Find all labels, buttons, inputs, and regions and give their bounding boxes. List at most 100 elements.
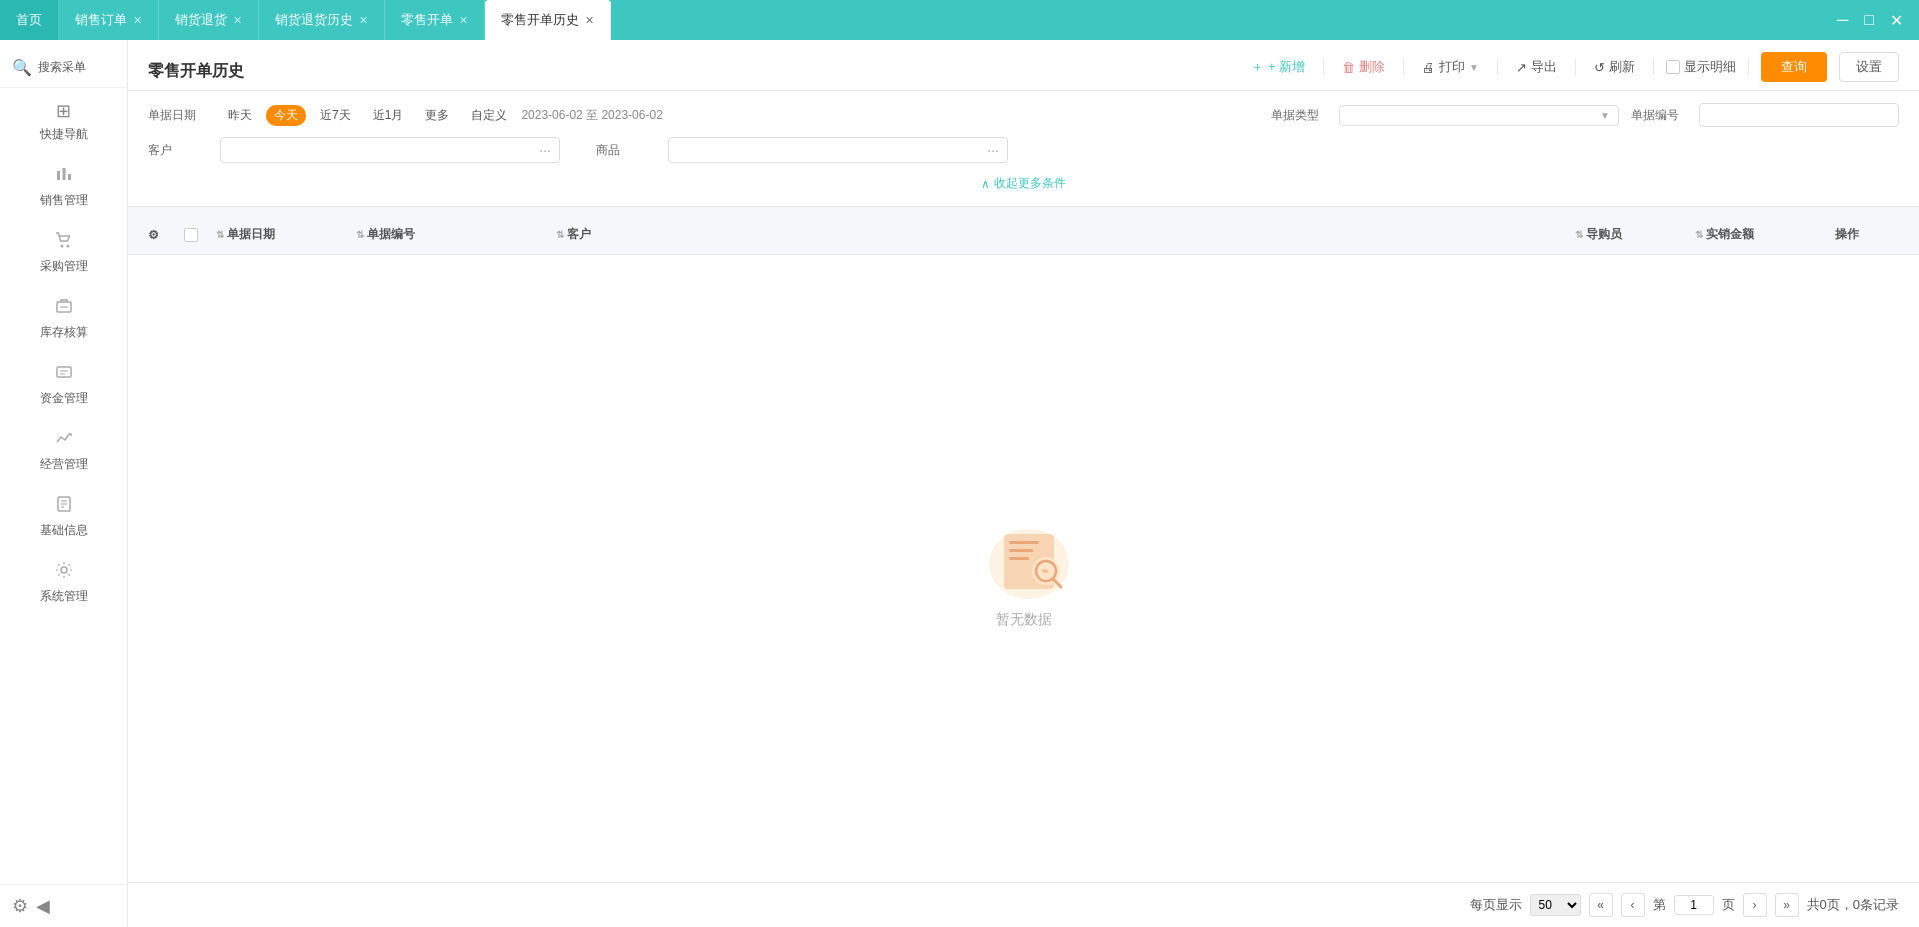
inventory-icon [55, 297, 73, 320]
sort-amount-icon[interactable]: ⇅ [1695, 229, 1703, 240]
export-button[interactable]: ↗ 导出 [1510, 54, 1563, 80]
th-guide-label: 导购员 [1586, 226, 1622, 243]
tab-retail-open-close[interactable]: ✕ [459, 14, 468, 27]
toolbar-divider1 [1323, 59, 1324, 75]
th-num: ⇅ 单据编号 [348, 226, 548, 243]
date-btn-today[interactable]: 今天 [266, 105, 306, 126]
tab-retail-open-history-close[interactable]: ✕ [585, 14, 594, 27]
query-button[interactable]: 查询 [1761, 52, 1827, 82]
filter-row-2: 客户 ··· 商品 ··· [148, 137, 1899, 163]
sort-date-icon[interactable]: ⇅ [216, 229, 224, 240]
tab-sales-return-close[interactable]: ✕ [233, 14, 242, 27]
page-header: 零售开单历史 ＋ + 新增 🗑 删除 🖨 打印 ▼ [128, 40, 1919, 91]
refresh-icon: ↺ [1594, 60, 1605, 75]
current-page-input[interactable] [1674, 895, 1714, 915]
customer-label: 客户 [148, 142, 204, 159]
sidebar-item-inventory-label: 库存核算 [40, 324, 88, 341]
refresh-label: 刷新 [1609, 58, 1635, 76]
goods-select[interactable]: ··· [668, 137, 1008, 163]
next-page-button[interactable]: › [1743, 893, 1767, 917]
collapse-label: 收起更多条件 [994, 175, 1066, 192]
svg-rect-0 [57, 171, 60, 180]
tab-sales-return[interactable]: 销货退货 ✕ [159, 0, 259, 40]
sidebar-item-system[interactable]: 系统管理 [0, 549, 127, 615]
select-all-checkbox[interactable] [184, 228, 198, 242]
refresh-button[interactable]: ↺ 刷新 [1588, 54, 1641, 80]
type-label: 单据类型 [1271, 107, 1327, 124]
table-header: ⚙ ⇅ 单据日期 ⇅ 单据编号 ⇅ 客户 ⇅ [128, 215, 1919, 255]
per-page-select[interactable]: 50 10 20 100 [1530, 894, 1581, 916]
svg-rect-17 [1009, 557, 1029, 560]
tab-sales-return-history[interactable]: 销货退货历史 ✕ [259, 0, 385, 40]
print-label: 打印 [1439, 58, 1465, 76]
print-button[interactable]: 🖨 打印 ▼ [1416, 54, 1485, 80]
sidebar-item-purchase-mgmt[interactable]: 采购管理 [0, 219, 127, 285]
sort-customer-icon[interactable]: ⇅ [556, 229, 564, 240]
display-detail-checkbox[interactable] [1666, 60, 1680, 74]
filter-collapse-btn[interactable]: ∧ 收起更多条件 [148, 173, 1899, 194]
sidebar-item-system-label: 系统管理 [40, 588, 88, 605]
sidebar-item-base-info[interactable]: 基础信息 [0, 483, 127, 549]
customer-select[interactable]: ··· [220, 137, 560, 163]
sidebar: 🔍 搜索采单 ⊞ 快捷导航 销售管理 采购管理 库存核算 [0, 40, 128, 927]
toolbar-divider4 [1575, 59, 1576, 75]
date-btn-custom[interactable]: 自定义 [463, 105, 515, 126]
sidebar-item-sales-mgmt[interactable]: 销售管理 [0, 153, 127, 219]
th-guide: ⇅ 导购员 [1567, 226, 1687, 243]
toolbar-divider5 [1653, 59, 1654, 75]
tab-home[interactable]: 首页 [0, 0, 59, 40]
delete-label: 删除 [1359, 58, 1385, 76]
th-checkbox[interactable] [176, 228, 208, 242]
window-close-icon[interactable]: ✕ [1886, 7, 1907, 34]
th-num-label: 单据编号 [367, 226, 415, 243]
num-input[interactable] [1699, 103, 1899, 127]
tab-retail-open[interactable]: 零售开单 ✕ [385, 0, 485, 40]
window-min-icon[interactable]: ─ [1833, 7, 1852, 33]
sidebar-item-base-info-label: 基础信息 [40, 522, 88, 539]
tab-sales-return-history-label: 销货退货历史 [275, 11, 353, 29]
tab-sales-order-label: 销售订单 [75, 11, 127, 29]
finance-icon [55, 363, 73, 386]
sidebar-search[interactable]: 🔍 搜索采单 [0, 48, 127, 88]
last-page-button[interactable]: » [1775, 893, 1799, 917]
date-btn-more[interactable]: 更多 [417, 105, 457, 126]
th-settings[interactable]: ⚙ [140, 228, 176, 242]
add-button[interactable]: ＋ + 新增 [1245, 54, 1311, 80]
tab-retail-open-history[interactable]: 零售开单历史 ✕ [485, 0, 611, 40]
window-max-icon[interactable]: □ [1860, 7, 1878, 33]
prev-page-button[interactable]: ‹ [1621, 893, 1645, 917]
tab-sales-order[interactable]: 销售订单 ✕ [59, 0, 159, 40]
sort-num-icon[interactable]: ⇅ [356, 229, 364, 240]
export-icon: ↗ [1516, 60, 1527, 75]
sort-guide-icon[interactable]: ⇅ [1575, 229, 1583, 240]
customer-more-dots[interactable]: ··· [539, 142, 551, 158]
display-detail-toggle[interactable]: 显示明细 [1666, 58, 1736, 76]
date-btn-1month[interactable]: 近1月 [365, 105, 412, 126]
tab-sales-order-close[interactable]: ✕ [133, 14, 142, 27]
toolbar-divider6 [1748, 59, 1749, 75]
date-btn-yesterday[interactable]: 昨天 [220, 105, 260, 126]
first-page-button[interactable]: « [1589, 893, 1613, 917]
svg-rect-2 [68, 174, 71, 180]
setting-button[interactable]: 设置 [1839, 52, 1899, 82]
svg-rect-1 [62, 168, 65, 180]
tab-sales-return-history-close[interactable]: ✕ [359, 14, 368, 27]
filter-date-group: 昨天 今天 近7天 近1月 更多 自定义 2023-06-02 至 2023-0… [220, 105, 663, 126]
sidebar-item-inventory[interactable]: 库存核算 [0, 285, 127, 351]
total-label: 共0页，0条记录 [1807, 896, 1899, 914]
type-select[interactable]: ▼ [1339, 105, 1619, 126]
prev-page-icon: ‹ [1631, 898, 1635, 912]
delete-button[interactable]: 🗑 删除 [1336, 54, 1391, 80]
sidebar-item-quick-nav[interactable]: ⊞ 快捷导航 [0, 88, 127, 153]
sidebar-item-finance[interactable]: 资金管理 [0, 351, 127, 417]
sidebar-item-operations[interactable]: 经营管理 [0, 417, 127, 483]
table-area: ⚙ ⇅ 单据日期 ⇅ 单据编号 ⇅ 客户 ⇅ [128, 215, 1919, 882]
sidebar-collapse-icon[interactable]: ◀ [36, 895, 50, 917]
sidebar-setting-icon[interactable]: ⚙ [12, 895, 28, 917]
th-date-label: 单据日期 [227, 226, 275, 243]
table-settings-icon[interactable]: ⚙ [148, 228, 159, 242]
window-controls: ─ □ ✕ [1833, 7, 1919, 34]
goods-more-dots[interactable]: ··· [987, 142, 999, 158]
toolbar-divider2 [1403, 59, 1404, 75]
date-btn-7days[interactable]: 近7天 [312, 105, 359, 126]
